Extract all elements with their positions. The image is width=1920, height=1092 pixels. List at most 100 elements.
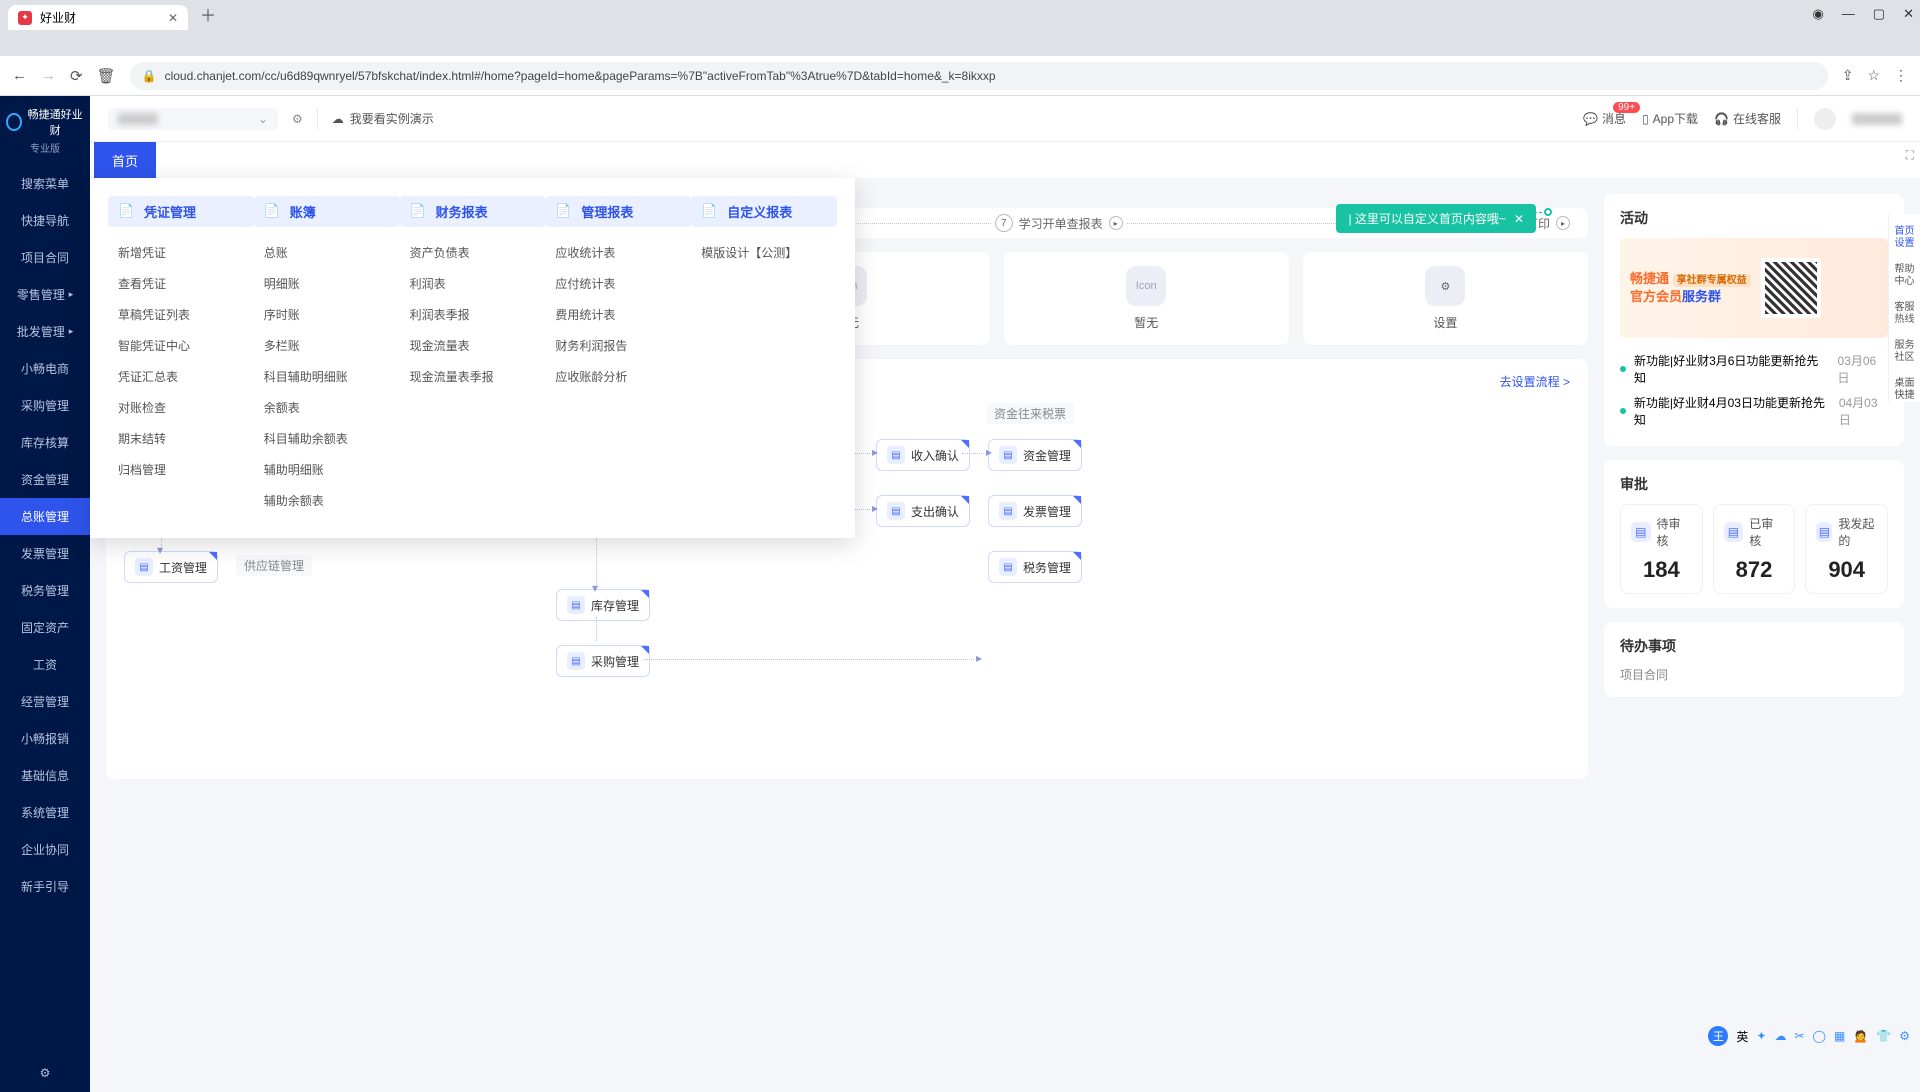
maximize-icon[interactable]: ▢ [1873,6,1885,22]
rail-item-4[interactable]: 桌面快捷 [1895,378,1915,402]
cloud-icon[interactable]: ☁ [1774,1029,1786,1043]
shirt-icon[interactable]: 👕 [1876,1029,1891,1043]
browser-tab[interactable]: ✦ 好业财 ✕ [8,5,188,30]
mega-item[interactable]: 凭证汇总表 [108,361,254,392]
close-icon[interactable]: ✕ [1514,212,1524,226]
mega-item[interactable]: 明细账 [254,268,400,299]
settings-gear-icon[interactable]: ⚙ [0,1054,90,1092]
back-icon[interactable]: ← [12,67,27,84]
new-tab-button[interactable]: ＋ [192,0,224,30]
mega-item[interactable]: 辅助余额表 [254,485,400,516]
node-invoice[interactable]: ▤发票管理 [988,495,1082,527]
sidebar-item-16[interactable]: 基础信息 [0,757,90,794]
online-support-button[interactable]: 🎧在线客服 [1714,110,1781,127]
rail-item-1[interactable]: 帮助中心 [1895,264,1915,288]
node-fund[interactable]: ▤资金管理 [988,439,1082,471]
account-icon[interactable]: ◉ [1812,6,1823,22]
play-icon[interactable]: ▸ [1109,216,1123,230]
mega-head[interactable]: 📄财务报表 [400,196,546,227]
node-inc-confirm[interactable]: ▤收入确认 [876,439,970,471]
sidebar-item-12[interactable]: 固定资产 [0,609,90,646]
sidebar-item-18[interactable]: 企业协同 [0,831,90,868]
demo-link[interactable]: ☁ 我要看实例演示 [332,110,434,127]
mega-item[interactable]: 现金流量表 [400,330,546,361]
approve-box[interactable]: ▤我发起的904 [1805,504,1888,594]
sidebar-item-5[interactable]: 小畅电商 [0,350,90,387]
play-icon[interactable]: ▸ [1556,216,1570,230]
sidebar-item-6[interactable]: 采购管理 [0,387,90,424]
fullscreen-icon[interactable]: ⛶ [1906,148,1914,163]
mega-item[interactable]: 费用统计表 [545,299,691,330]
node-inventory[interactable]: ▤库存管理 [556,589,650,621]
sidebar-item-14[interactable]: 经营管理 [0,683,90,720]
star-icon[interactable]: ☆ [1867,67,1880,84]
mega-item[interactable]: 智能凭证中心 [108,330,254,361]
mega-item[interactable]: 资产负债表 [400,237,546,268]
forward-icon[interactable]: → [41,67,56,84]
ime-widget[interactable]: 王 英 ✦ ☁ ✂ ◯ ▦ 🙍 👕 ⚙ [1708,1026,1910,1046]
mega-item[interactable]: 财务利润报告 [545,330,691,361]
mega-item[interactable]: 科目辅助明细账 [254,361,400,392]
sidebar-item-17[interactable]: 系统管理 [0,794,90,831]
sidebar-item-7[interactable]: 库存核算 [0,424,90,461]
approve-box[interactable]: ▤待审核184 [1620,504,1703,594]
mega-item[interactable]: 应收统计表 [545,237,691,268]
grid-icon[interactable]: ▦ [1834,1029,1845,1043]
kebab-icon[interactable]: ⋮ [1894,67,1908,84]
org-selector[interactable]: ⌄ [108,108,278,130]
sidebar-item-4[interactable]: 批发管理▸ [0,313,90,350]
node-tax[interactable]: ▤税务管理 [988,551,1082,583]
cloud-icon[interactable]: ◯ [1813,1029,1826,1043]
delete-icon[interactable]: 🗑 [97,67,116,85]
step-3[interactable]: 7学习开单查报表▸ [995,214,1123,232]
app-download-button[interactable]: ▯App下载 [1642,110,1698,127]
mega-item[interactable]: 应付统计表 [545,268,691,299]
approve-box[interactable]: ▤已审核872 [1713,504,1796,594]
sidebar-item-15[interactable]: 小畅报销 [0,720,90,757]
mega-item[interactable]: 对账检查 [108,392,254,423]
reload-icon[interactable]: ⟳ [70,67,83,85]
messages-button[interactable]: 💬 消息 99+ [1583,110,1626,127]
scissors-icon[interactable]: ✂ [1794,1029,1804,1043]
mega-head[interactable]: 📄账簿 [254,196,400,227]
sidebar-item-3[interactable]: 零售管理▸ [0,276,90,313]
mega-item[interactable]: 现金流量表季报 [400,361,546,392]
mega-item[interactable]: 草稿凭证列表 [108,299,254,330]
gear-icon[interactable]: ⚙ [1899,1029,1910,1043]
mega-item[interactable]: 辅助明细账 [254,454,400,485]
mega-head[interactable]: 📄管理报表 [545,196,691,227]
avatar[interactable] [1814,108,1836,130]
mega-item[interactable]: 归档管理 [108,454,254,485]
gear-icon[interactable]: ⚙ [292,112,303,126]
share-icon[interactable]: ⇪ [1842,67,1854,84]
mega-item[interactable]: 余额表 [254,392,400,423]
sidebar-item-1[interactable]: 快捷导航 [0,202,90,239]
mega-item[interactable]: 利润表 [400,268,546,299]
mega-head[interactable]: 📄凭证管理 [108,196,254,227]
rail-item-0[interactable]: 首页设置 [1895,226,1915,250]
quick-3[interactable]: Icon暂无 [1004,252,1289,345]
minimize-icon[interactable]: — [1842,6,1855,22]
mega-item[interactable]: 多栏账 [254,330,400,361]
mega-item[interactable]: 期末结转 [108,423,254,454]
sidebar-item-9[interactable]: 总账管理 [0,498,90,535]
tab-home[interactable]: 首页 [94,142,156,178]
promo-banner[interactable]: 畅捷通 享社群专属权益 官方会员服务群 [1620,238,1888,338]
sidebar-item-11[interactable]: 税务管理 [0,572,90,609]
quick-4[interactable]: ⚙设置 [1303,252,1588,345]
mega-head[interactable]: 📄自定义报表 [691,196,837,227]
mega-item[interactable]: 序时账 [254,299,400,330]
rail-item-3[interactable]: 服务社区 [1895,340,1915,364]
sidebar-item-10[interactable]: 发票管理 [0,535,90,572]
mega-item[interactable]: 科目辅助余额表 [254,423,400,454]
sidebar-item-2[interactable]: 项目合同 [0,239,90,276]
mega-item[interactable]: 应收账龄分析 [545,361,691,392]
sidebar-item-0[interactable]: 搜索菜单 [0,165,90,202]
person-icon[interactable]: 🙍 [1853,1029,1868,1043]
node-exp-confirm[interactable]: ▤支出确认 [876,495,970,527]
sparkle-icon[interactable]: ✦ [1756,1029,1766,1043]
node-payroll[interactable]: ▤工资管理 [124,551,218,583]
config-flow-link[interactable]: 去设置流程 > [1500,373,1570,390]
news-item[interactable]: 新功能|好业财4月03日功能更新抢先知04月03日 [1620,390,1888,432]
close-window-icon[interactable]: ✕ [1903,6,1914,22]
